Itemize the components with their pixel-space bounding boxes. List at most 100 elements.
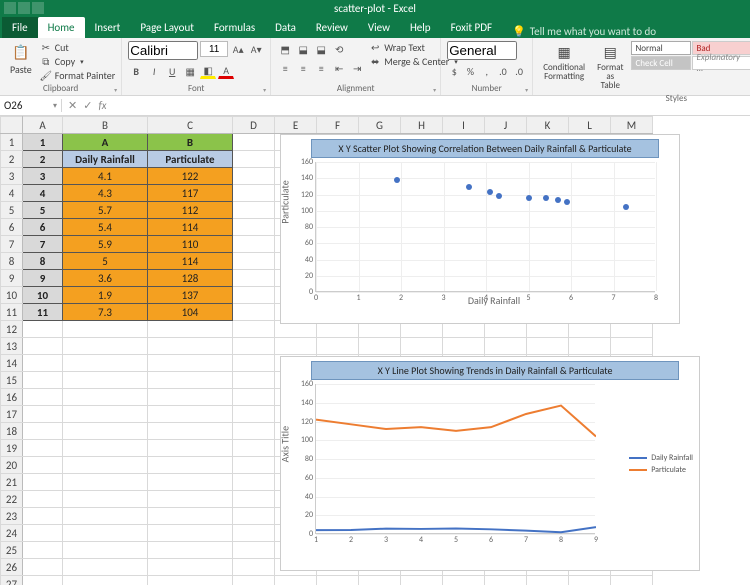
cell-A10[interactable]: 10 [23,287,63,304]
cell-C4[interactable]: 117 [148,185,233,202]
row-header-12[interactable]: 12 [1,321,23,338]
cell-D25[interactable] [233,542,275,559]
cell-D2[interactable] [233,151,275,168]
comma-icon[interactable]: , [480,63,494,79]
fill-color-button[interactable]: ◧ [200,63,216,79]
cell-A14[interactable] [23,355,63,372]
cell-D16[interactable] [233,389,275,406]
fx-icon[interactable]: fx [98,99,106,112]
font-name-select[interactable] [128,41,198,60]
cell-C15[interactable] [148,372,233,389]
cell-C12[interactable] [148,321,233,338]
increase-font-icon[interactable]: A▴ [230,41,246,57]
row-header-10[interactable]: 10 [1,287,23,304]
paste-button[interactable]: 📋 Paste [6,41,36,78]
tab-home[interactable]: Home [38,17,85,38]
cell-D20[interactable] [233,457,275,474]
cell-A2[interactable]: 2 [23,151,63,168]
border-button[interactable]: ▦ [182,63,198,79]
cell-B19[interactable] [63,440,148,457]
cell-B24[interactable] [63,525,148,542]
row-header-3[interactable]: 3 [1,168,23,185]
cell-A17[interactable] [23,406,63,423]
cell-K27[interactable] [527,576,569,585]
cell-C22[interactable] [148,491,233,508]
cell-C17[interactable] [148,406,233,423]
line-chart[interactable]: X Y Line Plot Showing Trends in Daily Ra… [280,356,700,571]
indent-dec-icon[interactable]: ⇤ [331,60,347,76]
cell-A18[interactable] [23,423,63,440]
align-right-icon[interactable]: ≡ [313,60,329,76]
cell-A13[interactable] [23,338,63,355]
format-as-table-button[interactable]: ▤ Format as Table [593,41,627,92]
cell-M27[interactable] [611,576,653,585]
col-header-E[interactable]: E [275,117,317,134]
row-header-21[interactable]: 21 [1,474,23,491]
cell-D13[interactable] [233,338,275,355]
cell-D18[interactable] [233,423,275,440]
cell-C14[interactable] [148,355,233,372]
number-format-select[interactable] [447,41,517,60]
cell-A12[interactable] [23,321,63,338]
italic-button[interactable]: I [146,63,162,79]
tab-page-layout[interactable]: Page Layout [130,17,204,38]
cell-D19[interactable] [233,440,275,457]
font-size-select[interactable] [200,41,228,57]
cell-H27[interactable] [401,576,443,585]
scatter-chart[interactable]: X Y Scatter Plot Showing Correlation Bet… [280,134,680,324]
col-header-H[interactable]: H [401,117,443,134]
cut-button[interactable]: ✂Cut [40,41,115,54]
col-header-C[interactable]: C [148,117,233,134]
cell-B7[interactable]: 5.9 [63,236,148,253]
name-box[interactable]: O26 ▾ [0,99,62,112]
row-header-5[interactable]: 5 [1,202,23,219]
cell-A26[interactable] [23,559,63,576]
row-header-16[interactable]: 16 [1,389,23,406]
row-header-17[interactable]: 17 [1,406,23,423]
cell-B2[interactable]: Daily Rainfall [63,151,148,168]
cell-L13[interactable] [569,338,611,355]
orientation-icon[interactable]: ⟲ [331,41,347,57]
style-check[interactable]: Check Cell [631,56,691,70]
cell-I13[interactable] [443,338,485,355]
cell-B1[interactable]: A [63,134,148,151]
row-header-1[interactable]: 1 [1,134,23,151]
cell-B5[interactable]: 5.7 [63,202,148,219]
cell-A1[interactable]: 1 [23,134,63,151]
cell-C6[interactable]: 114 [148,219,233,236]
cell-A3[interactable]: 3 [23,168,63,185]
cell-J13[interactable] [485,338,527,355]
style-normal[interactable]: Normal [631,41,691,55]
cell-C23[interactable] [148,508,233,525]
col-header-K[interactable]: K [527,117,569,134]
cell-E13[interactable] [275,338,317,355]
enter-icon[interactable]: ✓ [83,99,92,112]
cell-B23[interactable] [63,508,148,525]
currency-icon[interactable]: $ [447,63,461,79]
cell-D9[interactable] [233,270,275,287]
row-header-6[interactable]: 6 [1,219,23,236]
cell-F13[interactable] [317,338,359,355]
cell-D22[interactable] [233,491,275,508]
inc-decimal-icon[interactable]: .0 [496,63,510,79]
cell-B20[interactable] [63,457,148,474]
cell-styles-gallery[interactable]: Normal Bad Good Check Cell Explanatory .… [631,41,750,70]
col-header-J[interactable]: J [485,117,527,134]
cell-C9[interactable]: 128 [148,270,233,287]
redo-icon[interactable] [32,2,44,14]
worksheet[interactable]: ABCDEFGHIJKLM11AB22Daily RainfallParticu… [0,116,750,585]
row-header-19[interactable]: 19 [1,440,23,457]
cell-C18[interactable] [148,423,233,440]
cell-B27[interactable] [63,576,148,585]
col-header-A[interactable]: A [23,117,63,134]
align-bottom-icon[interactable]: ⬓ [313,41,329,57]
cell-A5[interactable]: 5 [23,202,63,219]
cell-B13[interactable] [63,338,148,355]
cell-C1[interactable]: B [148,134,233,151]
bold-button[interactable]: B [128,63,144,79]
row-header-26[interactable]: 26 [1,559,23,576]
cell-D1[interactable] [233,134,275,151]
cell-D26[interactable] [233,559,275,576]
cell-B25[interactable] [63,542,148,559]
cancel-icon[interactable]: ✕ [68,99,77,112]
